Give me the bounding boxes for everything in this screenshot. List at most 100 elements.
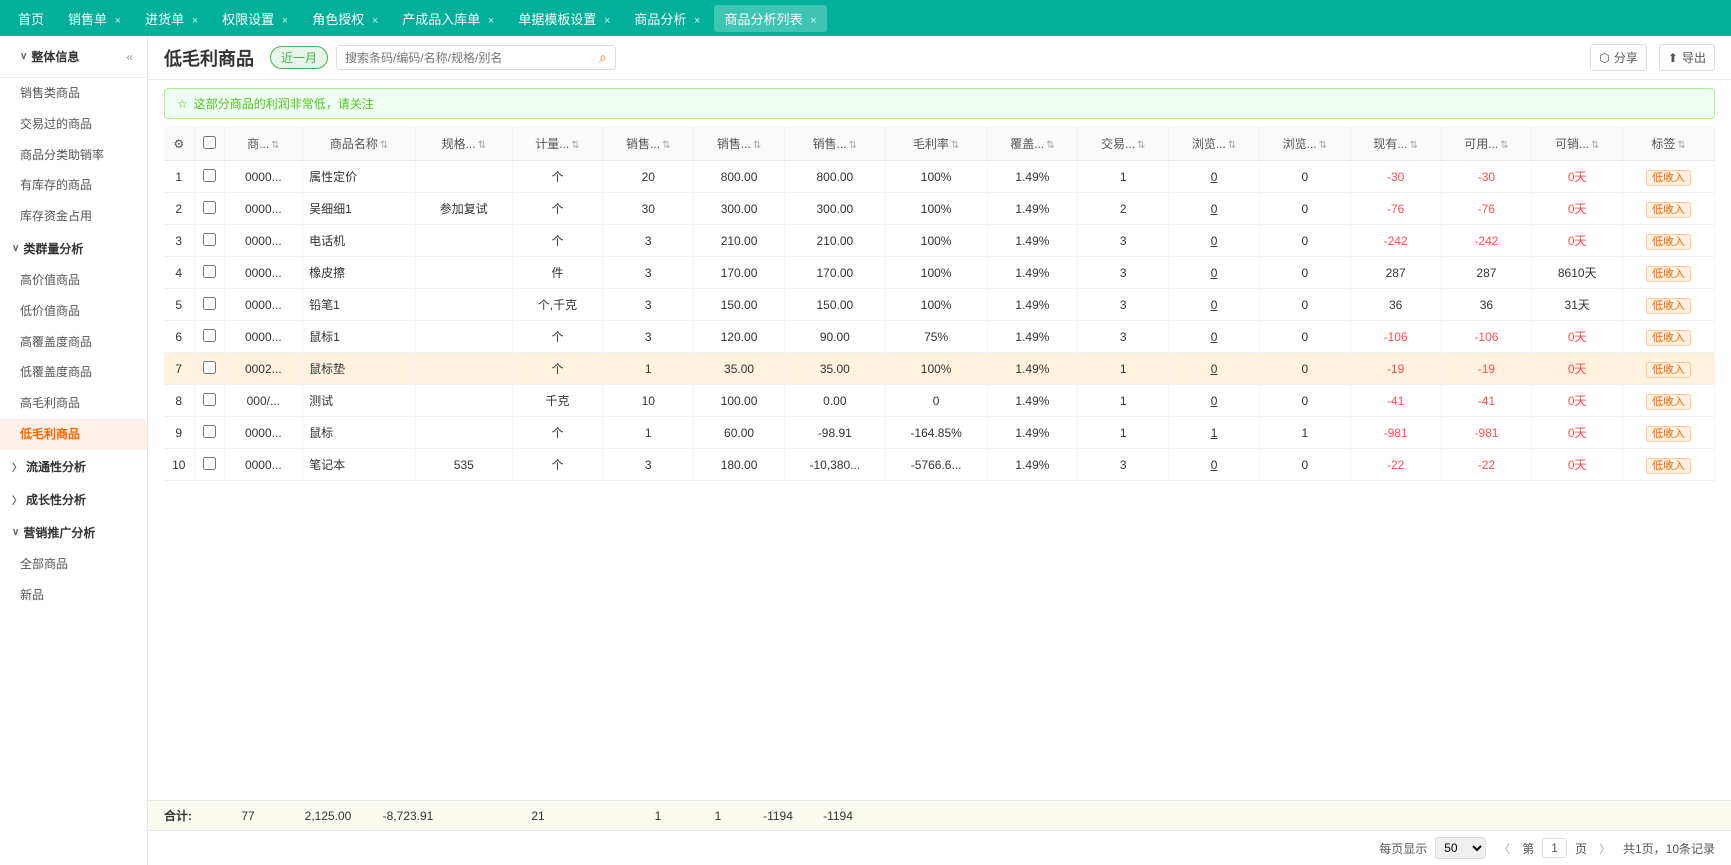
sidebar-group-marketing[interactable]: ∨ 营销推广分析 xyxy=(0,516,147,549)
nav-templates[interactable]: 单据模板设置 × xyxy=(508,5,620,32)
select-all-checkbox[interactable] xyxy=(203,136,216,149)
nav-analysis-close[interactable]: × xyxy=(694,15,700,27)
row-select-checkbox[interactable] xyxy=(203,329,216,342)
row-checkbox[interactable] xyxy=(194,161,224,193)
th-checkbox[interactable] xyxy=(194,127,224,161)
nav-purchase[interactable]: 进货单 × xyxy=(135,5,208,32)
th-coverage[interactable]: 覆盖...⇅ xyxy=(987,127,1078,161)
sidebar-collapse-button[interactable]: « xyxy=(120,44,139,70)
sidebar-item-high-value[interactable]: 高价值商品 xyxy=(0,265,147,296)
th-settings[interactable]: ⚙ xyxy=(164,127,194,161)
sidebar-item-low-coverage[interactable]: 低覆盖度商品 xyxy=(0,357,147,388)
th-spec[interactable]: 规格...⇅ xyxy=(416,127,513,161)
share-button[interactable]: ⬡ 分享 xyxy=(1590,44,1647,71)
th-sales-cost[interactable]: 销售...⇅ xyxy=(784,127,885,161)
row-checkbox[interactable] xyxy=(194,385,224,417)
row-select-checkbox[interactable] xyxy=(203,201,216,214)
per-page-select[interactable]: 50 100 200 xyxy=(1435,837,1486,859)
row-select-checkbox[interactable] xyxy=(203,233,216,246)
nav-templates-close[interactable]: × xyxy=(604,15,610,27)
sidebar-group-overall[interactable]: ∨ 整体信息 xyxy=(8,40,91,73)
th-code[interactable]: 商...⇅ xyxy=(224,127,303,161)
th-sales-qty[interactable]: 销售...⇅ xyxy=(603,127,694,161)
search-input[interactable] xyxy=(345,51,593,65)
prev-page-button[interactable]: 〈 xyxy=(1494,838,1514,859)
row-qty: 3 xyxy=(603,449,694,481)
nav-analysis[interactable]: 商品分析 × xyxy=(624,5,710,32)
row-select-checkbox[interactable] xyxy=(203,169,216,182)
th-trade[interactable]: 交易...⇅ xyxy=(1078,127,1169,161)
sidebar-item-capital[interactable]: 库存资金占用 xyxy=(0,201,147,232)
row-checkbox[interactable] xyxy=(194,321,224,353)
row-browse1[interactable]: 0 xyxy=(1169,449,1260,481)
sidebar-item-new-products[interactable]: 新品 xyxy=(0,580,147,611)
sidebar-item-in-stock[interactable]: 有库存的商品 xyxy=(0,170,147,201)
row-checkbox[interactable] xyxy=(194,289,224,321)
row-checkbox[interactable] xyxy=(194,449,224,481)
row-browse1[interactable]: 0 xyxy=(1169,385,1260,417)
th-days[interactable]: 可销...⇅ xyxy=(1532,127,1623,161)
row-browse1[interactable]: 0 xyxy=(1169,353,1260,385)
sidebar-group-flow[interactable]: 〉 流通性分析 xyxy=(0,450,147,483)
th-name[interactable]: 商品名称⇅ xyxy=(303,127,416,161)
sidebar: ∨ 整体信息 « 销售类商品 交易过的商品 商品分类助销率 有库存的商品 库存资… xyxy=(0,36,148,865)
sidebar-item-category-rate[interactable]: 商品分类助销率 xyxy=(0,140,147,171)
nav-roles[interactable]: 角色授权 × xyxy=(302,5,388,32)
sidebar-item-high-coverage[interactable]: 高覆盖度商品 xyxy=(0,327,147,358)
next-page-button[interactable]: 〉 xyxy=(1595,838,1615,859)
sidebar-item-high-margin[interactable]: 高毛利商品 xyxy=(0,388,147,419)
sidebar-item-traded[interactable]: 交易过的商品 xyxy=(0,109,147,140)
row-browse1[interactable]: 0 xyxy=(1169,193,1260,225)
nav-permissions-close[interactable]: × xyxy=(282,15,288,27)
nav-roles-close[interactable]: × xyxy=(372,15,378,27)
row-select-checkbox[interactable] xyxy=(203,457,216,470)
th-sales-price[interactable]: 销售...⇅ xyxy=(694,127,785,161)
sidebar-item-low-margin[interactable]: 低毛利商品 xyxy=(0,419,147,450)
row-checkbox[interactable] xyxy=(194,193,224,225)
row-browse1[interactable]: 0 xyxy=(1169,257,1260,289)
row-unit: 个,千克 xyxy=(512,289,603,321)
search-icon[interactable]: ⌕ xyxy=(599,49,607,66)
th-browse2[interactable]: 浏览...⇅ xyxy=(1259,127,1350,161)
row-checkbox[interactable] xyxy=(194,225,224,257)
nav-home[interactable]: 首页 xyxy=(8,5,54,32)
sidebar-item-low-value[interactable]: 低价值商品 xyxy=(0,296,147,327)
th-stock[interactable]: 现有...⇅ xyxy=(1350,127,1441,161)
row-select-checkbox[interactable] xyxy=(203,265,216,278)
row-select-checkbox[interactable] xyxy=(203,425,216,438)
th-browse1[interactable]: 浏览...⇅ xyxy=(1169,127,1260,161)
nav-products[interactable]: 产成品入库单 × xyxy=(392,5,504,32)
row-browse1[interactable]: 1 xyxy=(1169,417,1260,449)
nav-products-close[interactable]: × xyxy=(488,15,494,27)
nav-sales[interactable]: 销售单 × xyxy=(58,5,131,32)
filter-period-button[interactable]: 近一月 xyxy=(270,46,328,69)
row-browse1[interactable]: 0 xyxy=(1169,321,1260,353)
th-avail[interactable]: 可用...⇅ xyxy=(1441,127,1532,161)
row-browse1[interactable]: 0 xyxy=(1169,289,1260,321)
export-button[interactable]: ⬆ 导出 xyxy=(1659,44,1715,71)
th-margin[interactable]: 毛利率⇅ xyxy=(885,127,987,161)
row-select-checkbox[interactable] xyxy=(203,297,216,310)
nav-purchase-close[interactable]: × xyxy=(192,15,198,27)
row-no: 6 xyxy=(164,321,194,353)
row-checkbox[interactable] xyxy=(194,257,224,289)
row-checkbox[interactable] xyxy=(194,417,224,449)
th-unit[interactable]: 计量...⇅ xyxy=(512,127,603,161)
nav-analysis-list-close[interactable]: × xyxy=(810,15,816,27)
row-checkbox[interactable] xyxy=(194,353,224,385)
nav-sales-close[interactable]: × xyxy=(115,15,121,27)
sidebar-item-sales-products[interactable]: 销售类商品 xyxy=(0,78,147,109)
row-browse1[interactable]: 0 xyxy=(1169,161,1260,193)
nav-permissions[interactable]: 权限设置 × xyxy=(212,5,298,32)
nav-analysis-list[interactable]: 商品分析列表 × xyxy=(714,5,826,32)
sidebar-item-all-products[interactable]: 全部商品 xyxy=(0,549,147,580)
row-select-checkbox[interactable] xyxy=(203,393,216,406)
th-tag[interactable]: 标签⇅ xyxy=(1623,127,1715,161)
row-margin: 1.49% xyxy=(987,385,1078,417)
row-browse1[interactable]: 0 xyxy=(1169,225,1260,257)
sidebar-group-growth[interactable]: 〉 成长性分析 xyxy=(0,483,147,516)
row-days: 0天 xyxy=(1532,385,1623,417)
row-select-checkbox[interactable] xyxy=(203,361,216,374)
sidebar-group-cluster[interactable]: ∨ 类群量分析 xyxy=(0,232,147,265)
row-margin: 1.49% xyxy=(987,353,1078,385)
